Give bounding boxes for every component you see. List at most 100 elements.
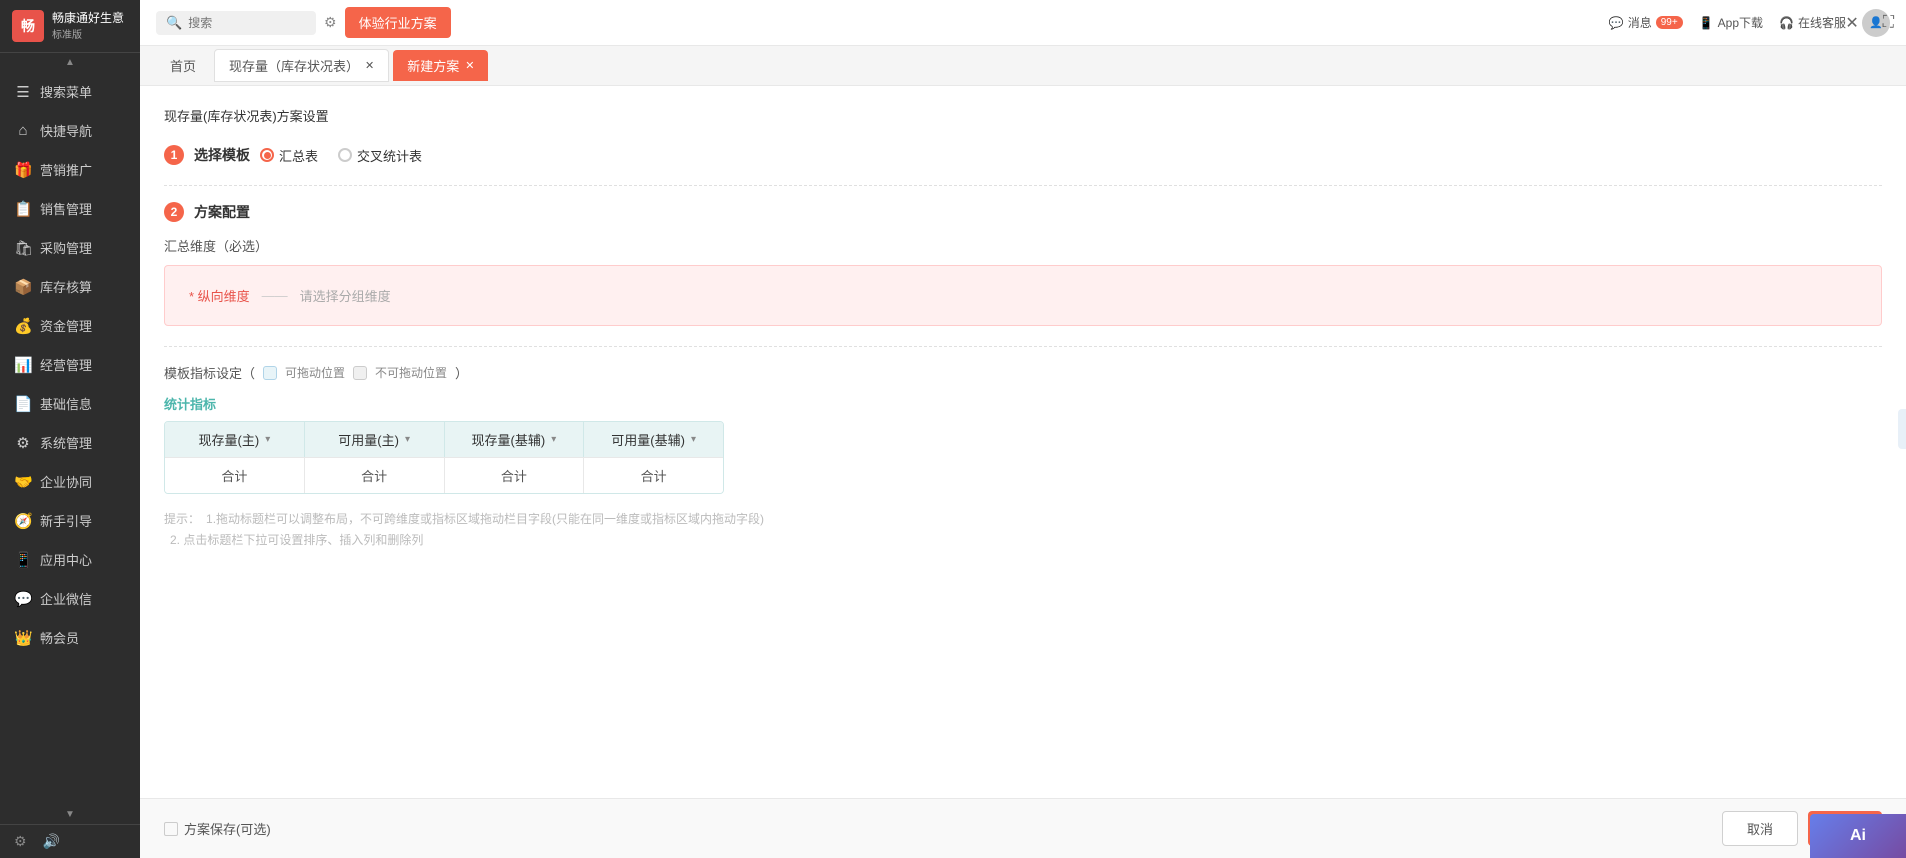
app-download-label: App下载 [1718,14,1763,31]
draggable-label: 可拖动位置 [285,364,345,381]
sidebar-item-finance[interactable]: 💰 资金管理 [0,306,140,345]
search-input[interactable] [188,16,288,30]
save-option[interactable]: 方案保存(可选) [164,819,271,838]
close-window-btn[interactable]: ✕ [1833,0,1870,46]
right-collapse-handle[interactable] [1898,409,1906,449]
sidebar-item-label: 基础信息 [40,394,92,413]
expand-window-btn[interactable]: ⛶ [1871,0,1906,46]
sidebar-item-member[interactable]: 👑 畅会员 [0,618,140,657]
stats-header-label-2: 现存量(基辅) [472,430,546,449]
main-area: 🔍 ⚙ 体验行业方案 💬 消息 99+ 📱 App下载 🎧 在线客服 👤 [140,0,1906,858]
tab-new-scheme-close-icon[interactable]: ✕ [465,59,474,72]
section2-num: 2 [164,202,184,222]
section1-title: 选择模板 [194,145,250,165]
footer-bar: 方案保存(可选) 取消 查询 [140,798,1906,858]
apps-icon: 📱 [14,551,32,569]
section-choose-template: 1 选择模板 汇总表 交叉统计表 [164,145,1882,165]
sidebar-scroll-up[interactable]: ▲ [0,53,140,72]
chevron-down-icon-3[interactable]: ▾ [691,434,696,445]
tip-title: 提示： [164,510,200,527]
stats-header-col-3[interactable]: 可用量(基辅) ▾ [584,422,723,457]
gift-icon: 🎁 [14,161,32,179]
sidebar-item-purchase[interactable]: 🛍 采购管理 [0,228,140,267]
radio-summary[interactable]: 汇总表 [260,146,318,165]
fixed-label: 不可拖动位置 [375,364,447,381]
topbar-search-box[interactable]: 🔍 [156,11,316,35]
sidebar-item-label: 畅会员 [40,628,79,647]
inventory-icon: 📦 [14,278,32,296]
stats-header-row: 现存量(主) ▾ 可用量(主) ▾ 现存量(基辅) ▾ 可用量(基辅) [165,422,723,457]
tab-home[interactable]: 首页 [156,50,210,81]
home-icon: ⌂ [14,122,32,139]
sidebar-item-label: 企业微信 [40,589,92,608]
sidebar-item-label: 搜索菜单 [40,82,92,101]
message-icon: 💬 [1609,16,1624,30]
sidebar-item-quick-nav[interactable]: ⌂ 快捷导航 [0,111,140,150]
sidebar-item-label: 库存核算 [40,277,92,296]
radio-cross[interactable]: 交叉统计表 [338,146,422,165]
sidebar-item-label: 新手引导 [40,511,92,530]
search-menu-icon: ☰ [14,83,32,101]
indicator-label-suffix: ） [455,363,468,382]
sidebar-item-label: 采购管理 [40,238,92,257]
sidebar-item-label: 销售管理 [40,199,92,218]
topbar-settings-icon[interactable]: ⚙ [324,14,337,31]
main-content: 现存量(库存状况表)方案设置 1 选择模板 汇总表 交叉统计表 [140,86,1906,798]
section2-title: 方案配置 [194,202,250,222]
message-btn[interactable]: 💬 消息 99+ [1609,14,1683,31]
chevron-down-icon-1[interactable]: ▾ [405,434,410,445]
dimension-area: * 纵向维度 —— 请选择分组维度 [164,265,1882,326]
radio-cross-circle [338,148,352,162]
search-icon: 🔍 [166,15,182,31]
section-scheme-config: 2 方案配置 汇总维度（必选） * 纵向维度 —— 请选择分组维度 模板指标设定… [164,202,1882,548]
sidebar-item-system[interactable]: ⚙ 系统管理 [0,423,140,462]
sidebar-item-sales[interactable]: 📋 销售管理 [0,189,140,228]
chevron-down-icon-2[interactable]: ▾ [551,434,556,445]
tab-inventory-close-icon[interactable]: ✕ [365,59,374,72]
stats-section-title: 统计指标 [164,394,1882,413]
sidebar-scroll-down[interactable]: ▼ [0,805,140,824]
indicator-divider [164,346,1882,347]
member-icon: 👑 [14,629,32,647]
system-icon: ⚙ [14,434,32,452]
radio-cross-label: 交叉统计表 [357,146,422,165]
settings-bottom-icon[interactable]: ⚙ [14,833,27,850]
sidebar-logo: 畅 畅康通好生意 标准版 [0,0,140,53]
cancel-button[interactable]: 取消 [1722,811,1798,846]
stats-header-col-2[interactable]: 现存量(基辅) ▾ [445,422,585,457]
stats-header-col-0[interactable]: 现存量(主) ▾ [165,422,305,457]
sidebar-item-guide[interactable]: 🧭 新手引导 [0,501,140,540]
sidebar-item-operations[interactable]: 📊 经营管理 [0,345,140,384]
tab-inventory-status[interactable]: 现存量（库存状况表） ✕ [214,49,389,82]
section2-header: 2 方案配置 [164,202,1882,222]
tab-new-scheme[interactable]: 新建方案 ✕ [393,50,488,81]
app-download-btn[interactable]: 📱 App下载 [1699,14,1763,31]
radio-summary-label: 汇总表 [279,146,318,165]
sidebar-item-basic-info[interactable]: 📄 基础信息 [0,384,140,423]
sidebar-item-apps[interactable]: 📱 应用中心 [0,540,140,579]
guide-icon: 🧭 [14,512,32,530]
dimension-field-label: * 纵向维度 [189,286,250,305]
indicator-label-row: 模板指标设定（ 可拖动位置 不可拖动位置 ） [164,363,1882,382]
sidebar-nav: ☰ 搜索菜单 ⌂ 快捷导航 🎁 营销推广 📋 销售管理 🛍 采购管理 📦 库存核… [0,72,140,805]
radio-summary-dot [264,152,271,159]
sidebar-item-label: 营销推广 [40,160,92,179]
save-checkbox[interactable] [164,822,178,836]
sidebar-item-weixin[interactable]: 💬 企业微信 [0,579,140,618]
indicator-settings: 模板指标设定（ 可拖动位置 不可拖动位置 ） 统计指标 现存量(主) ▾ [164,363,1882,494]
stats-data-row: 合计 合计 合计 合计 [165,457,723,493]
sidebar-item-search-menu[interactable]: ☰ 搜索菜单 [0,72,140,111]
ai-badge[interactable]: Ai [1810,814,1906,858]
volume-icon[interactable]: 🔊 [43,833,60,850]
sidebar-item-inventory[interactable]: 📦 库存核算 [0,267,140,306]
trial-btn[interactable]: 体验行业方案 [345,7,451,38]
fixed-badge [353,366,367,380]
stats-header-col-1[interactable]: 可用量(主) ▾ [305,422,445,457]
dimension-placeholder[interactable]: 请选择分组维度 [300,286,391,305]
indicator-label-text: 模板指标设定（ [164,363,255,382]
sidebar-item-label: 快捷导航 [40,121,92,140]
chevron-down-icon-0[interactable]: ▾ [265,434,270,445]
tab-new-scheme-label: 新建方案 [407,56,459,75]
sidebar-item-enterprise[interactable]: 🤝 企业协同 [0,462,140,501]
sidebar-item-marketing[interactable]: 🎁 营销推广 [0,150,140,189]
